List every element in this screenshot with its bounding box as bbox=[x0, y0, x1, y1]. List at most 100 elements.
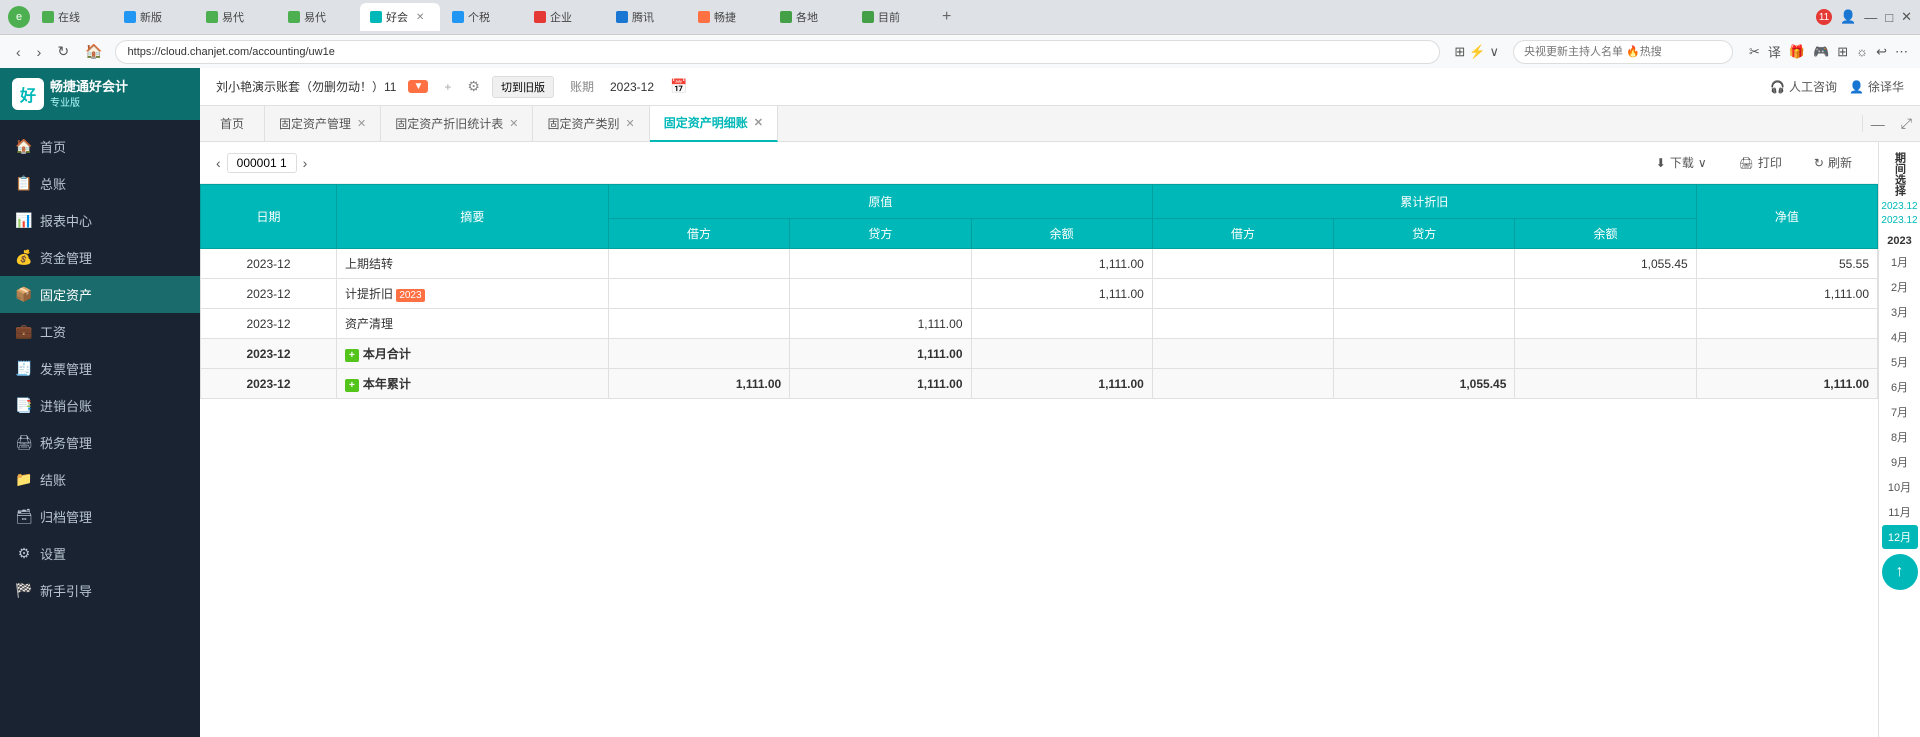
print-btn[interactable]: 🖨 打印 bbox=[1729, 150, 1792, 175]
back-button[interactable]: ‹ bbox=[12, 42, 25, 62]
period-month-item[interactable]: 10月 bbox=[1882, 475, 1918, 499]
lightning-icon[interactable]: ⚡ bbox=[1469, 44, 1485, 60]
sidebar-item-funds[interactable]: 💰 资金管理 bbox=[0, 239, 200, 276]
sidebar-label-home: 首页 bbox=[40, 137, 66, 156]
period-month-item[interactable]: 1月 bbox=[1882, 250, 1918, 274]
row-net bbox=[1696, 339, 1877, 369]
period-month-item[interactable]: 2023 bbox=[1882, 232, 1918, 250]
tab-zaixin[interactable]: 在线 bbox=[32, 3, 112, 31]
row-date: 2023-12 bbox=[201, 339, 337, 369]
tab-changjie[interactable]: 畅捷 bbox=[688, 3, 768, 31]
tab-qiye[interactable]: 企业 bbox=[524, 3, 604, 31]
period-month-item[interactable]: 3月 bbox=[1882, 300, 1918, 324]
period-month-item[interactable]: 7月 bbox=[1882, 400, 1918, 424]
tab-close-asset-category[interactable]: ✕ bbox=[626, 117, 635, 130]
period-month-item[interactable]: 9月 bbox=[1882, 450, 1918, 474]
period-month-item[interactable]: 8月 bbox=[1882, 425, 1918, 449]
tab-geshui[interactable]: 个税 bbox=[442, 3, 522, 31]
sidebar-item-payroll[interactable]: 💼 工资 bbox=[0, 313, 200, 350]
page-tab-asset-detail[interactable]: 固定资产明细账 ✕ bbox=[650, 106, 778, 142]
scissors-icon[interactable]: ✂ bbox=[1749, 44, 1760, 60]
period-month-item[interactable]: 6月 bbox=[1882, 375, 1918, 399]
tab-add-button[interactable]: + bbox=[934, 8, 959, 26]
tab-close-fixed-assets-mgmt[interactable]: ✕ bbox=[357, 117, 366, 130]
expand-url-btn[interactable]: ∨ bbox=[1489, 44, 1499, 60]
sidebar-item-purchase-sales[interactable]: 📑 进销台账 bbox=[0, 387, 200, 424]
period-month-item[interactable]: 11月 bbox=[1882, 500, 1918, 524]
sidebar-item-period-end[interactable]: 📁 结账 bbox=[0, 461, 200, 498]
more-icon[interactable]: ⋯ bbox=[1895, 44, 1908, 60]
browser-minimize-btn[interactable]: — bbox=[1864, 10, 1877, 25]
tab-close-haohui[interactable]: ✕ bbox=[416, 12, 424, 23]
content-wrapper: ‹ › ⬇ 下载 ∨ 🖨 打印 bbox=[200, 142, 1920, 737]
browser-profile-btn[interactable]: 👤 bbox=[1840, 9, 1856, 25]
page-tab-depreciation-stats[interactable]: 固定资产折旧统计表 ✕ bbox=[381, 106, 533, 142]
wallet-icon[interactable]: 🎁 bbox=[1789, 44, 1805, 60]
settings-gear-icon[interactable]: ⚙ bbox=[467, 78, 480, 95]
search-input[interactable] bbox=[1513, 40, 1733, 64]
calendar-icon[interactable]: 📅 bbox=[670, 78, 687, 95]
account-tag[interactable]: ▼ bbox=[408, 80, 428, 93]
game-icon[interactable]: 🎮 bbox=[1813, 44, 1829, 60]
row-accum-credit: 1,055.45 bbox=[1334, 369, 1515, 399]
sidebar-item-settings[interactable]: ⚙ 设置 bbox=[0, 535, 200, 572]
home-button[interactable]: 🏠 bbox=[81, 41, 106, 62]
switch-version-btn[interactable]: 切到旧版 bbox=[492, 76, 554, 98]
sidebar-label-general-ledger: 总账 bbox=[40, 174, 66, 193]
row-summary: 上期结转 bbox=[336, 249, 608, 279]
tab-icon-xinban bbox=[124, 11, 136, 23]
tab-haohui[interactable]: 好会 ✕ bbox=[360, 3, 440, 31]
tab-close-depreciation-stats[interactable]: ✕ bbox=[509, 117, 518, 130]
minimize-pane-btn[interactable]: — bbox=[1863, 116, 1893, 132]
refresh-btn[interactable]: ↻ 刷新 bbox=[1804, 150, 1862, 175]
sidebar-item-home[interactable]: 🏠 首页 bbox=[0, 128, 200, 165]
period-month-item[interactable]: 12月 bbox=[1882, 525, 1918, 549]
browser-close-btn[interactable]: ✕ bbox=[1901, 9, 1912, 25]
tab-gedi[interactable]: 各地 bbox=[770, 3, 850, 31]
row-accum-credit bbox=[1334, 339, 1515, 369]
sidebar-item-archive[interactable]: 🗃 归档管理 bbox=[0, 498, 200, 535]
sidebar-item-fixed-assets[interactable]: 📦 固定资产 bbox=[0, 276, 200, 313]
sidebar-item-general-ledger[interactable]: 📋 总账 bbox=[0, 165, 200, 202]
page-number-input[interactable] bbox=[227, 153, 297, 173]
translate-icon[interactable]: 译 bbox=[1768, 42, 1781, 61]
sidebar-item-reports[interactable]: 📊 报表中心 bbox=[0, 202, 200, 239]
undo-icon[interactable]: ↩ bbox=[1876, 44, 1887, 60]
download-icon: ⬇ bbox=[1656, 156, 1666, 170]
user-profile-btn[interactable]: 👤 徐译华 bbox=[1849, 78, 1904, 95]
browser-maximize-btn[interactable]: □ bbox=[1885, 10, 1893, 25]
row-accum-balance bbox=[1515, 279, 1696, 309]
tab-xinban[interactable]: 新版 bbox=[114, 3, 194, 31]
expand-pane-btn[interactable]: ⤢ bbox=[1893, 115, 1920, 132]
download-btn[interactable]: ⬇ 下载 ∨ bbox=[1646, 150, 1717, 175]
sidebar-item-invoices[interactable]: 🧾 发票管理 bbox=[0, 350, 200, 387]
tab-yidai2[interactable]: 易代 bbox=[278, 3, 358, 31]
page-tab-asset-category[interactable]: 固定资产类别 ✕ bbox=[533, 106, 649, 142]
row-orig-debit bbox=[608, 249, 789, 279]
sidebar-item-guide[interactable]: 🏁 新手引导 bbox=[0, 572, 200, 609]
service-button[interactable]: 🎧 人工咨询 bbox=[1770, 78, 1837, 95]
cast-icon[interactable]: ⊞ bbox=[1454, 44, 1465, 60]
tab-muqian[interactable]: 目前 bbox=[852, 3, 932, 31]
period-month-item[interactable]: 4月 bbox=[1882, 325, 1918, 349]
grid-icon[interactable]: ⊞ bbox=[1837, 44, 1848, 60]
next-page-btn[interactable]: › bbox=[303, 155, 308, 171]
brightness-icon[interactable]: ☼ bbox=[1856, 44, 1868, 59]
row-accum-debit bbox=[1152, 249, 1333, 279]
sidebar-item-tax[interactable]: 🖨 税务管理 bbox=[0, 424, 200, 461]
col-summary: 摘要 bbox=[336, 185, 608, 249]
scroll-top-btn[interactable]: ↑ bbox=[1882, 554, 1918, 590]
row-net: 1,111.00 bbox=[1696, 369, 1877, 399]
url-bar[interactable] bbox=[115, 40, 1441, 64]
tab-close-asset-detail[interactable]: ✕ bbox=[754, 116, 763, 129]
period-month-item[interactable]: 5月 bbox=[1882, 350, 1918, 374]
prev-page-btn[interactable]: ‹ bbox=[216, 155, 221, 171]
sidebar: 好 畅捷通好会计 专业版 🏠 首页 📋 总账 📊 报表中心 💰 资金管理 bbox=[0, 68, 200, 737]
forward-button[interactable]: › bbox=[33, 42, 46, 62]
tab-tengxun[interactable]: 腾讯 bbox=[606, 3, 686, 31]
page-tab-home[interactable]: 首页 bbox=[200, 106, 265, 142]
tab-yidai1[interactable]: 易代 bbox=[196, 3, 276, 31]
reload-button[interactable]: ↻ bbox=[53, 41, 73, 62]
period-month-item[interactable]: 2月 bbox=[1882, 275, 1918, 299]
page-tab-fixed-assets-mgmt[interactable]: 固定资产管理 ✕ bbox=[265, 106, 381, 142]
